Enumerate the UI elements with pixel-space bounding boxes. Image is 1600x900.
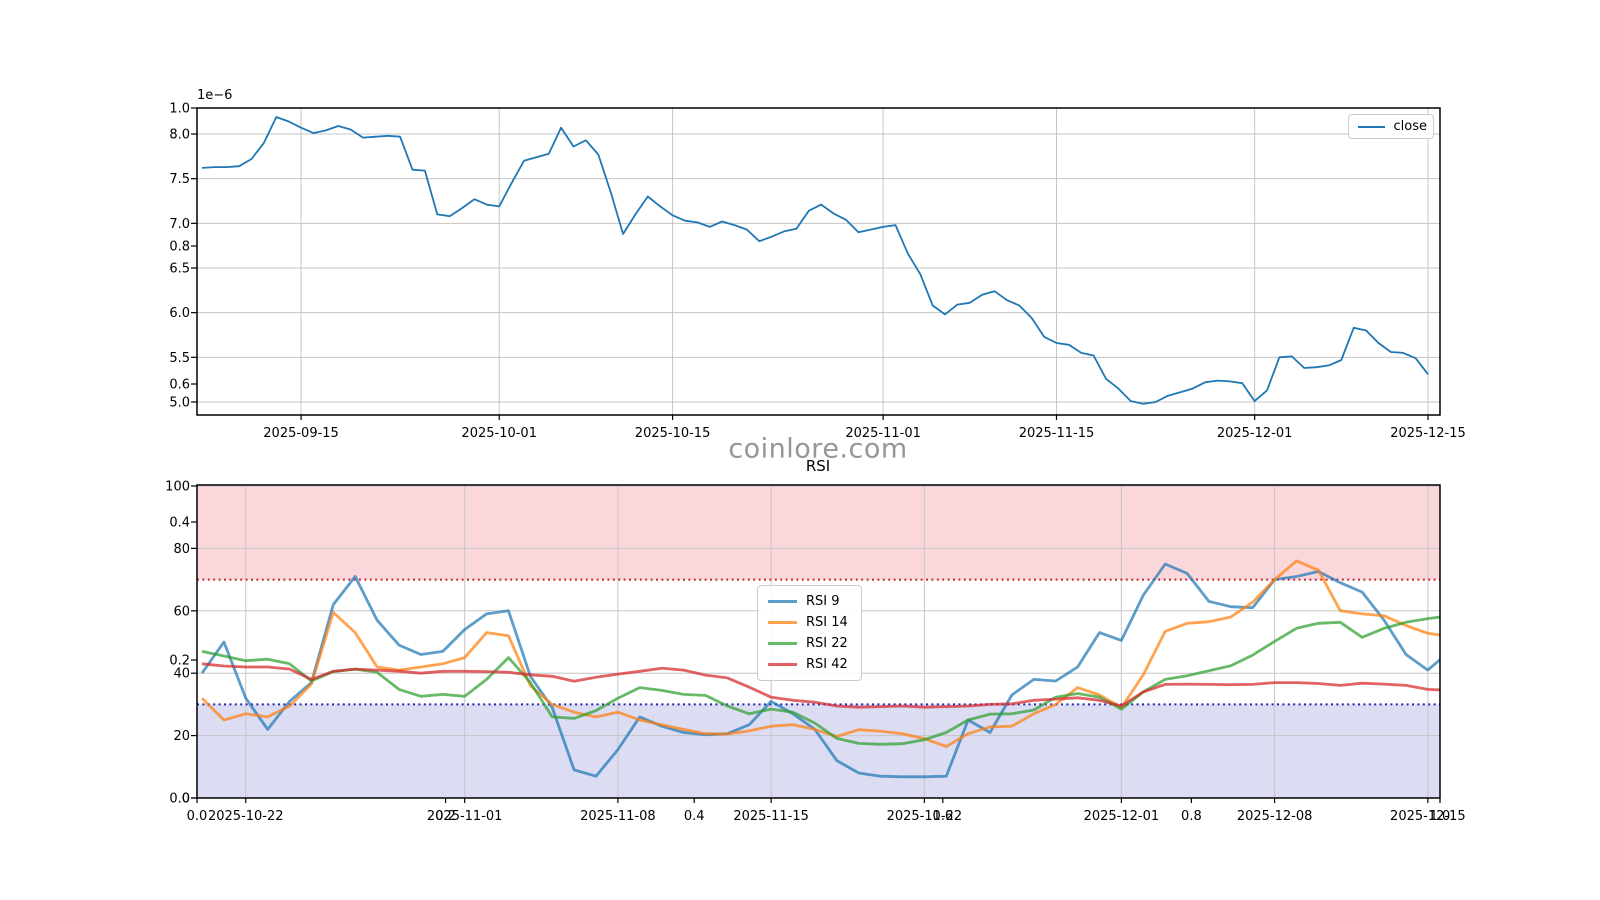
y-axis-offset-label: 1e−6 bbox=[197, 88, 232, 103]
x-tick-label: 2025-11-08 bbox=[580, 809, 656, 824]
overlay-y-tick-label: 0.4 bbox=[169, 516, 190, 531]
overlay-y-tick-label: 0.2 bbox=[169, 654, 190, 669]
y-tick-label: 5.0 bbox=[169, 395, 190, 410]
y-tick-label: 100 bbox=[165, 480, 190, 495]
rsi42-legend-line-sample bbox=[768, 663, 797, 666]
rsi-legend: RSI 9 RSI 14 RSI 22 RSI 42 bbox=[757, 585, 862, 681]
close-legend-label: close bbox=[1393, 119, 1427, 134]
rsi-legend-entry: RSI 22 bbox=[768, 635, 848, 652]
overlay-y-tick-label: 1.0 bbox=[169, 102, 190, 117]
y-tick-label: 7.5 bbox=[169, 172, 190, 187]
rsi-legend-entry: RSI 42 bbox=[768, 656, 848, 673]
rsi14-legend-line-sample bbox=[768, 621, 797, 624]
x-tick-label: 2025-12-15 bbox=[1390, 426, 1466, 441]
rsi9-legend-label: RSI 9 bbox=[806, 594, 840, 609]
rsi42-legend-label: RSI 42 bbox=[806, 657, 848, 672]
overlay-x-tick-label: 0.4 bbox=[684, 809, 705, 824]
y-tick-label: 6.5 bbox=[169, 261, 190, 276]
overlay-y-tick-label: 0.6 bbox=[169, 378, 190, 393]
rsi22-legend-line-sample bbox=[768, 642, 797, 645]
rsi-legend-entry: RSI 14 bbox=[768, 614, 848, 631]
x-tick-label: 2025-09-15 bbox=[263, 426, 339, 441]
overlay-x-tick-label: 0.2 bbox=[435, 809, 456, 824]
rsi14-legend-label: RSI 14 bbox=[806, 615, 848, 630]
rsi-legend-entry: RSI 9 bbox=[768, 593, 848, 610]
overlay-x-tick-label: 0.8 bbox=[1181, 809, 1202, 824]
y-tick-label: 20 bbox=[173, 729, 190, 744]
y-tick-label: 8.0 bbox=[169, 128, 190, 143]
x-tick-label: 2025-10-01 bbox=[461, 426, 537, 441]
y-tick-label: 80 bbox=[173, 542, 190, 557]
x-tick-label: 2025-12-01 bbox=[1217, 426, 1293, 441]
overlay-y-tick-label: 0.8 bbox=[169, 240, 190, 255]
close-series-line bbox=[201, 116, 1429, 405]
oversold-band bbox=[197, 704, 1440, 798]
overlay-x-tick-label: 0.0 bbox=[187, 809, 208, 824]
x-tick-label: 2025-10-15 bbox=[635, 426, 711, 441]
price-axes-frame bbox=[196, 107, 1441, 416]
x-tick-label: 2025-11-15 bbox=[1019, 426, 1095, 441]
overlay-x-tick-label: 1.0 bbox=[1430, 809, 1451, 824]
close-legend-line-sample bbox=[1358, 125, 1385, 128]
x-tick-label: 2025-11-15 bbox=[733, 809, 809, 824]
rsi22-legend-label: RSI 22 bbox=[806, 636, 848, 651]
y-tick-label: 7.0 bbox=[169, 217, 190, 232]
chart-figure: 2025-09-15 2025-10-01 2025-10-15 2025-11-01… bbox=[0, 0, 1600, 900]
rsi9-legend-line-sample bbox=[768, 600, 797, 603]
rsi-chart-title: RSI bbox=[805, 457, 831, 475]
overbought-band bbox=[197, 486, 1440, 580]
x-tick-label: 2025-12-01 bbox=[1084, 809, 1160, 824]
price-chart: 2025-09-15 2025-10-01 2025-10-15 2025-11-01… bbox=[169, 88, 1465, 441]
overlay-y-tick-label: 0.0 bbox=[169, 792, 190, 807]
x-tick-label: 2025-10-22 bbox=[208, 809, 284, 824]
x-tick-label: 2025-12-08 bbox=[1237, 809, 1313, 824]
overlay-x-tick-label: 0.6 bbox=[932, 809, 953, 824]
close-legend: close bbox=[1348, 114, 1434, 139]
x-tick-label: 2025-12-15 bbox=[1390, 809, 1466, 824]
y-tick-label: 5.5 bbox=[169, 351, 190, 366]
y-tick-label: 40 bbox=[173, 667, 190, 682]
y-tick-label: 6.0 bbox=[169, 306, 190, 321]
y-tick-label: 60 bbox=[173, 604, 190, 619]
